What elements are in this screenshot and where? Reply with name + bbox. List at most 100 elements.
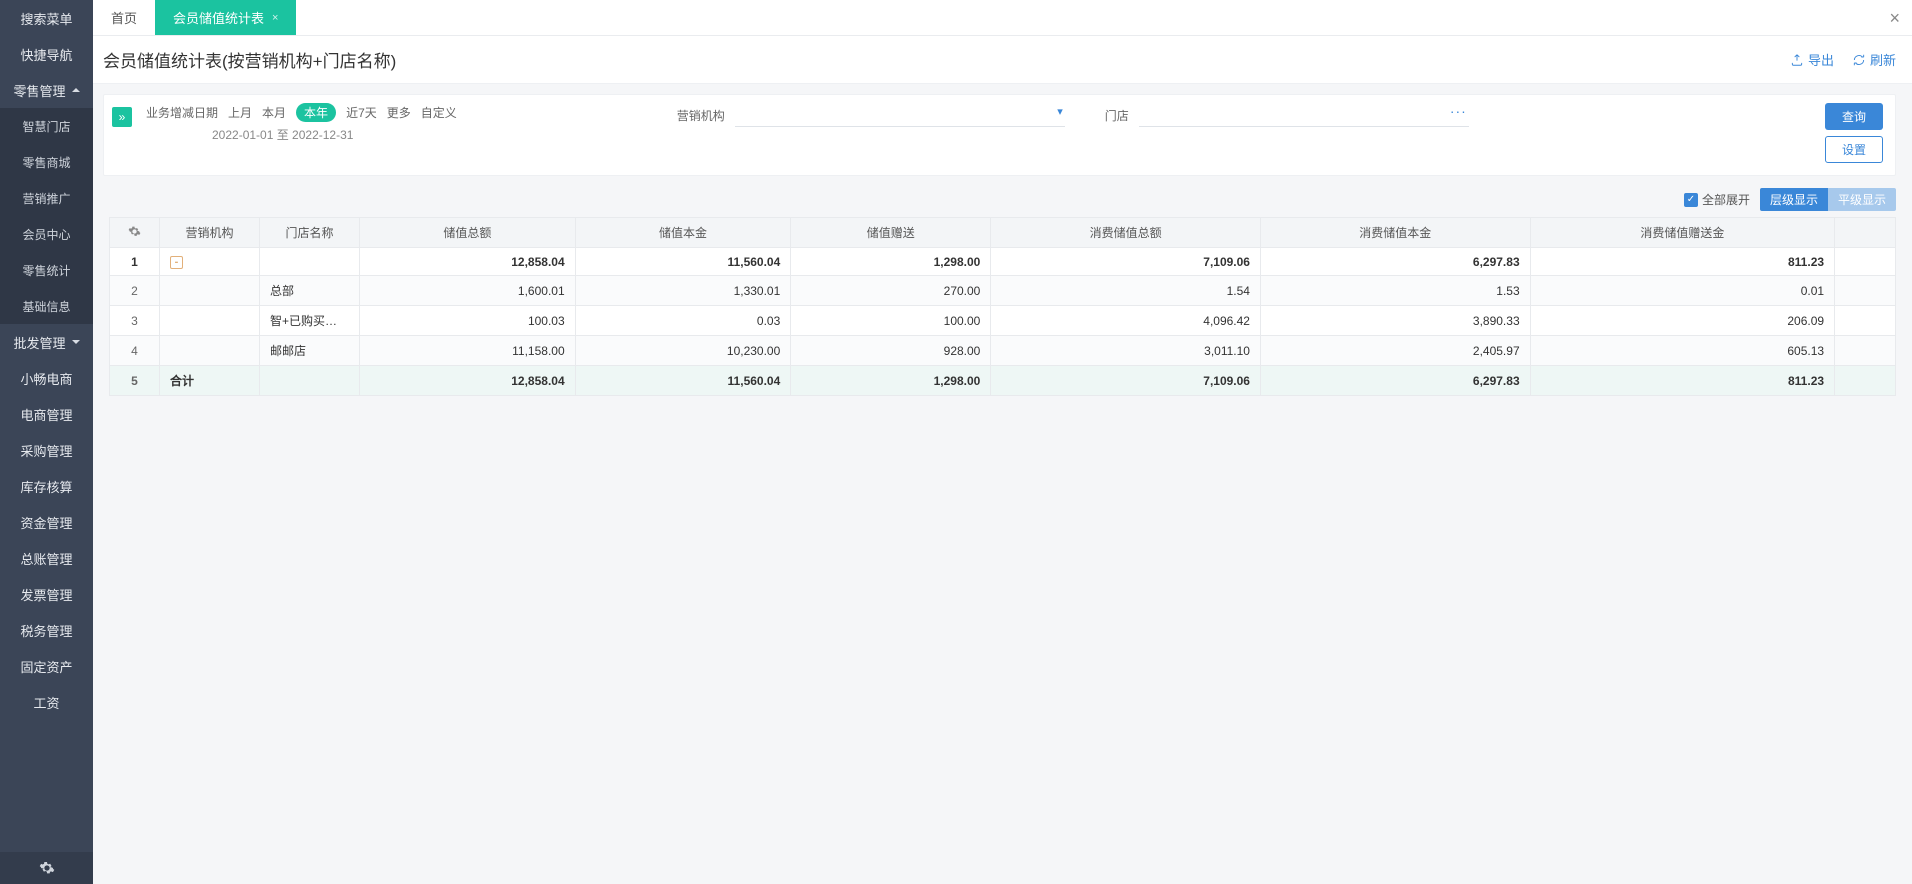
- table-column-header[interactable]: 营销机构: [160, 218, 260, 248]
- report-table: 营销机构门店名称储值总额储值本金储值赠送消费储值总额消费储值本金消费储值赠送金 …: [109, 217, 1896, 396]
- settings-button[interactable]: 设置: [1825, 136, 1883, 163]
- value-cell: 7,109.06: [991, 248, 1261, 276]
- gear-icon: [128, 225, 141, 238]
- date-range-option[interactable]: 本年: [296, 103, 336, 122]
- tabbar-close-button[interactable]: ×: [1883, 0, 1906, 36]
- table-row: 4邮邮店11,158.0010,230.00928.003,011.102,40…: [110, 336, 1896, 366]
- store-cell: [260, 366, 360, 396]
- sidebar-subitem[interactable]: 智慧门店: [0, 108, 93, 144]
- value-cell: 1.53: [1260, 276, 1530, 306]
- row-index: 3: [110, 306, 160, 336]
- sidebar-item[interactable]: 库存核算: [0, 468, 93, 504]
- value-cell: 270.00: [791, 276, 991, 306]
- table-column-header[interactable]: 消费储值总额: [991, 218, 1261, 248]
- sidebar-item[interactable]: 快捷导航: [0, 36, 93, 72]
- value-cell: 206.09: [1530, 306, 1834, 336]
- tab[interactable]: 会员储值统计表×: [155, 0, 296, 35]
- store-cell: 智+已购买…: [260, 306, 360, 336]
- sidebar-item[interactable]: 采购管理: [0, 432, 93, 468]
- sidebar-item[interactable]: 发票管理: [0, 576, 93, 612]
- value-cell: 2,405.97: [1260, 336, 1530, 366]
- expand-all-label: 全部展开: [1702, 191, 1750, 208]
- value-cell: 0.01: [1530, 276, 1834, 306]
- value-cell: 3,890.33: [1260, 306, 1530, 336]
- export-button[interactable]: 导出: [1790, 50, 1834, 69]
- sidebar-item[interactable]: 零售管理: [0, 72, 93, 108]
- query-button[interactable]: 查询: [1825, 103, 1883, 130]
- org-cell: [160, 276, 260, 306]
- table-column-header[interactable]: 储值本金: [575, 218, 791, 248]
- sidebar-subitem[interactable]: 会员中心: [0, 216, 93, 252]
- refresh-button[interactable]: 刷新: [1852, 50, 1896, 69]
- value-cell: 928.00: [791, 336, 991, 366]
- export-label: 导出: [1808, 50, 1834, 69]
- sidebar-settings[interactable]: [0, 852, 93, 884]
- table-column-header[interactable]: 消费储值本金: [1260, 218, 1530, 248]
- table-settings-header[interactable]: [110, 218, 160, 248]
- filler-cell: [1835, 248, 1896, 276]
- value-cell: 11,560.04: [575, 248, 791, 276]
- refresh-label: 刷新: [1870, 50, 1896, 69]
- store-filter-label: 门店: [1105, 107, 1129, 124]
- org-cell: -: [160, 248, 260, 276]
- date-range-text: 2022-01-01 至 2022-12-31: [146, 126, 457, 143]
- sidebar-item[interactable]: 小畅电商: [0, 360, 93, 396]
- sidebar: 搜索菜单快捷导航零售管理智慧门店零售商城营销推广会员中心零售统计基础信息批发管理…: [0, 0, 93, 884]
- value-cell: 3,011.10: [991, 336, 1261, 366]
- sidebar-item[interactable]: 税务管理: [0, 612, 93, 648]
- sidebar-subitem[interactable]: 基础信息: [0, 288, 93, 324]
- chevron-down-icon[interactable]: ▾: [1057, 105, 1063, 118]
- value-cell: 6,297.83: [1260, 366, 1530, 396]
- table-row: 3智+已购买…100.030.03100.004,096.423,890.332…: [110, 306, 1896, 336]
- filler-cell: [1835, 306, 1896, 336]
- value-cell: 1.54: [991, 276, 1261, 306]
- date-range-option[interactable]: 本月: [262, 104, 286, 121]
- row-index: 5: [110, 366, 160, 396]
- table-column-header[interactable]: 储值总额: [360, 218, 576, 248]
- date-range-option[interactable]: 上月: [228, 104, 252, 121]
- table-column-header[interactable]: 储值赠送: [791, 218, 991, 248]
- sidebar-item[interactable]: 电商管理: [0, 396, 93, 432]
- value-cell: 0.03: [575, 306, 791, 336]
- sidebar-item[interactable]: 资金管理: [0, 504, 93, 540]
- more-icon[interactable]: ···: [1450, 103, 1467, 119]
- date-range-option[interactable]: 更多: [387, 104, 411, 121]
- sidebar-item[interactable]: 搜索菜单: [0, 0, 93, 36]
- row-index: 2: [110, 276, 160, 306]
- page-title: 会员储值统计表(按营销机构+门店名称): [103, 47, 396, 72]
- sidebar-subitem[interactable]: 营销推广: [0, 180, 93, 216]
- tab-bar: 首页会员储值统计表× ×: [93, 0, 1912, 36]
- expand-all-checkbox[interactable]: ✓ 全部展开: [1684, 191, 1750, 208]
- org-filter-input[interactable]: [735, 103, 1065, 127]
- date-range-option[interactable]: 近7天: [346, 104, 377, 121]
- sidebar-item[interactable]: 总账管理: [0, 540, 93, 576]
- sidebar-item[interactable]: 工资: [0, 684, 93, 720]
- sidebar-item[interactable]: 固定资产: [0, 648, 93, 684]
- value-cell: 100.03: [360, 306, 576, 336]
- value-cell: 811.23: [1530, 366, 1834, 396]
- display-mode-toggle: 层级显示 平级显示: [1760, 188, 1896, 211]
- filter-collapse-toggle[interactable]: »: [112, 107, 132, 127]
- value-cell: 12,858.04: [360, 248, 576, 276]
- value-cell: 12,858.04: [360, 366, 576, 396]
- tab[interactable]: 首页: [93, 0, 155, 35]
- date-filter-label: 业务增减日期: [146, 104, 218, 121]
- value-cell: 1,298.00: [791, 248, 991, 276]
- org-filter-label: 营销机构: [677, 107, 725, 124]
- value-cell: 1,330.01: [575, 276, 791, 306]
- value-cell: 11,560.04: [575, 366, 791, 396]
- close-icon[interactable]: ×: [272, 12, 278, 24]
- sidebar-subitem[interactable]: 零售统计: [0, 252, 93, 288]
- table-row: 1-12,858.0411,560.041,298.007,109.066,29…: [110, 248, 1896, 276]
- value-cell: 100.00: [791, 306, 991, 336]
- flat-view-button[interactable]: 平级显示: [1828, 188, 1896, 211]
- row-collapse-toggle[interactable]: -: [170, 256, 183, 269]
- date-range-option[interactable]: 自定义: [421, 104, 457, 121]
- hierarchical-view-button[interactable]: 层级显示: [1760, 188, 1828, 211]
- sidebar-subitem[interactable]: 零售商城: [0, 144, 93, 180]
- store-filter-input[interactable]: [1139, 103, 1469, 127]
- table-column-header[interactable]: 门店名称: [260, 218, 360, 248]
- table-column-header[interactable]: 消费储值赠送金: [1530, 218, 1834, 248]
- sidebar-item[interactable]: 批发管理: [0, 324, 93, 360]
- row-index: 4: [110, 336, 160, 366]
